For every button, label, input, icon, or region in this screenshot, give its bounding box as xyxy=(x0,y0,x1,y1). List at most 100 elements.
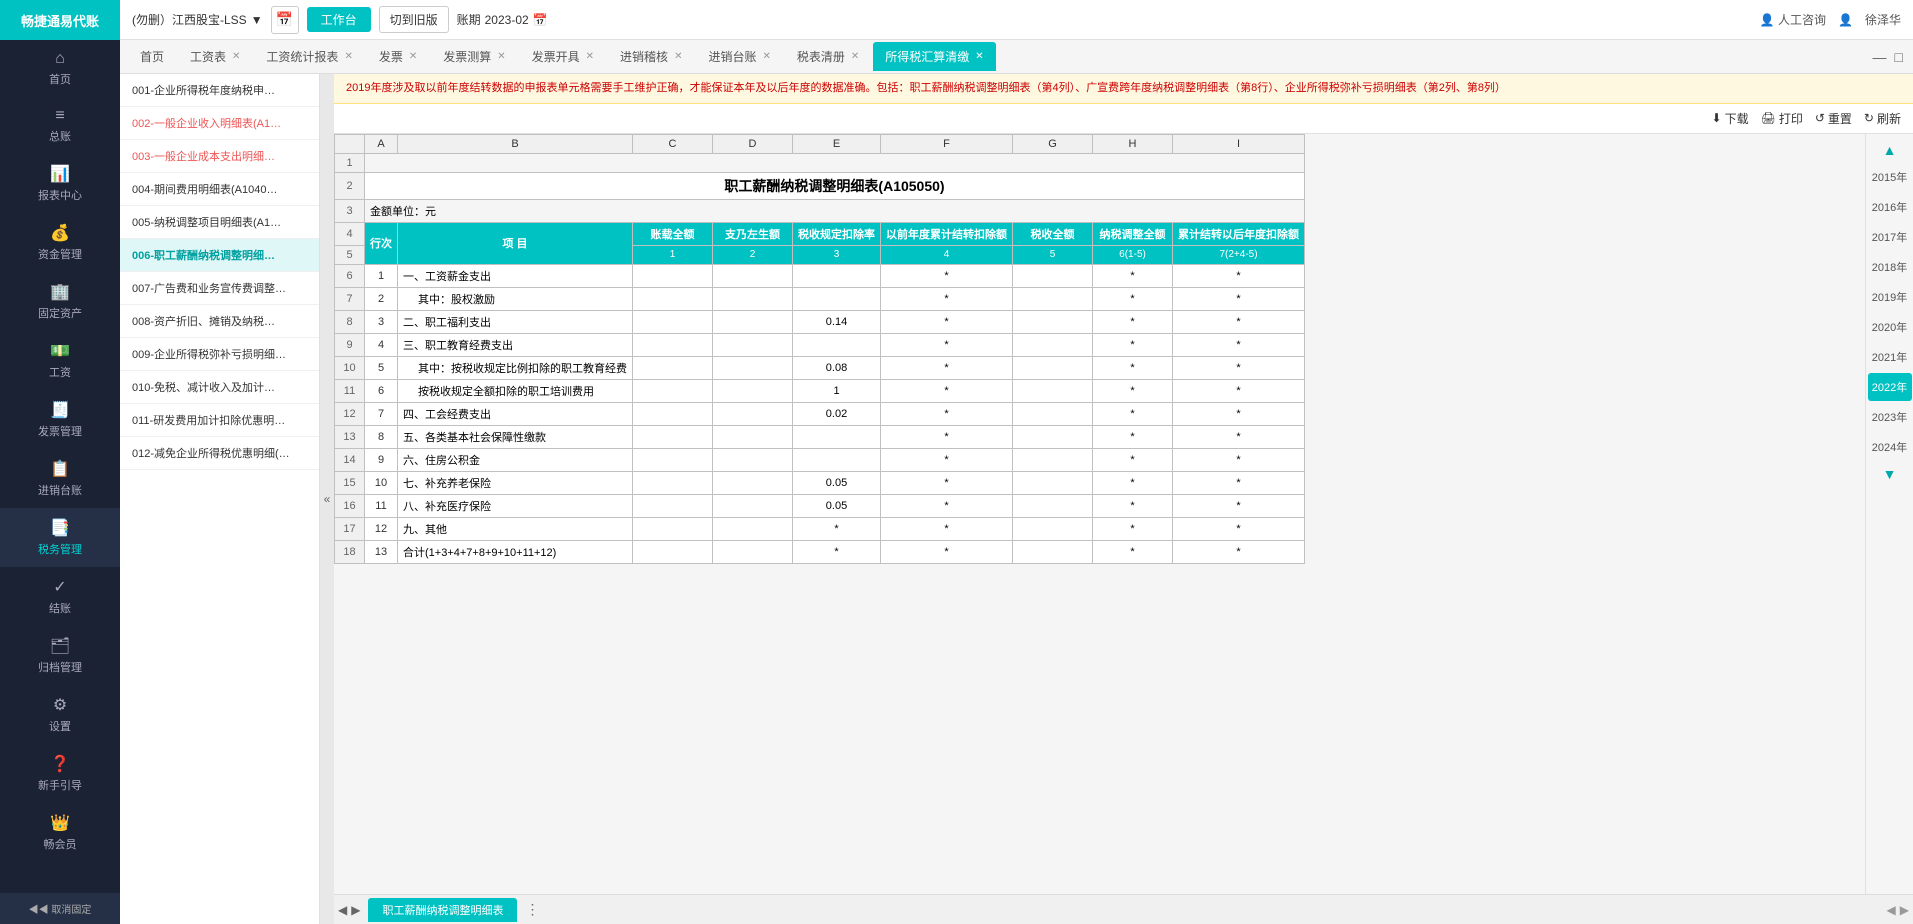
maximize-button[interactable]: □ xyxy=(1893,47,1905,67)
data-cell[interactable]: * xyxy=(1093,379,1173,402)
data-cell[interactable] xyxy=(633,287,713,310)
minimize-button[interactable]: — xyxy=(1871,47,1889,67)
data-cell[interactable] xyxy=(633,471,713,494)
data-cell[interactable]: * xyxy=(1173,448,1305,471)
data-cell[interactable] xyxy=(713,425,793,448)
year-item-2024[interactable]: 2024年 xyxy=(1868,433,1912,461)
data-cell[interactable]: * xyxy=(881,471,1013,494)
data-cell[interactable]: * xyxy=(1173,333,1305,356)
data-cell[interactable]: * xyxy=(881,448,1013,471)
data-cell[interactable]: * xyxy=(793,517,881,540)
data-cell[interactable]: * xyxy=(1173,379,1305,402)
data-cell[interactable]: 0.05 xyxy=(793,471,881,494)
data-cell[interactable] xyxy=(713,379,793,402)
year-item-2017[interactable]: 2017年 xyxy=(1868,223,1912,251)
year-item-2023[interactable]: 2023年 xyxy=(1868,403,1912,431)
scroll-right-icon[interactable]: ▶ xyxy=(1900,903,1909,917)
service-button[interactable]: 👤 人工咨询 xyxy=(1760,11,1826,28)
data-cell[interactable] xyxy=(1013,356,1093,379)
data-cell[interactable] xyxy=(1013,379,1093,402)
data-cell[interactable]: * xyxy=(1093,471,1173,494)
reset-button[interactable]: ↺ 重置 xyxy=(1815,110,1852,127)
left-panel-item-008[interactable]: 008-资产折旧、摊销及纳税… xyxy=(120,305,319,338)
sidebar-item-member[interactable]: 👑 畅会员 xyxy=(0,803,120,862)
sidebar-item-assets[interactable]: 🏢 固定资产 xyxy=(0,272,120,331)
data-cell[interactable]: * xyxy=(1173,264,1305,287)
data-cell[interactable] xyxy=(793,448,881,471)
left-panel-item-012[interactable]: 012-减免企业所得税优惠明细(… xyxy=(120,437,319,470)
data-cell[interactable] xyxy=(793,287,881,310)
data-cell[interactable] xyxy=(1013,264,1093,287)
sidebar-item-archive[interactable]: 🗂 归档管理 xyxy=(0,626,120,685)
sidebar-item-finance[interactable]: 💰 资金管理 xyxy=(0,213,120,272)
switch-old-button[interactable]: 切到旧版 xyxy=(379,6,449,33)
data-cell[interactable] xyxy=(713,540,793,563)
print-button[interactable]: 🖨 打印 xyxy=(1761,110,1803,127)
sidebar-item-settings[interactable]: ⚙ 设置 xyxy=(0,685,120,744)
tab-close-icon[interactable]: ✕ xyxy=(586,51,594,62)
data-cell[interactable]: * xyxy=(881,333,1013,356)
data-cell[interactable]: * xyxy=(1093,540,1173,563)
tab-close-icon[interactable]: ✕ xyxy=(409,51,417,62)
data-cell[interactable]: * xyxy=(1093,310,1173,333)
data-cell[interactable] xyxy=(713,264,793,287)
data-cell[interactable]: * xyxy=(1093,287,1173,310)
bottom-tab-salary[interactable]: 职工薪酬纳税调整明细表 xyxy=(368,898,517,922)
data-cell[interactable] xyxy=(1013,540,1093,563)
tab-income-tax[interactable]: 所得税汇算清缴 ✕ xyxy=(873,42,995,71)
tab-invoice-calc[interactable]: 发票测算 ✕ xyxy=(431,42,517,71)
data-cell[interactable] xyxy=(713,448,793,471)
sheet-nav-right[interactable]: ▶ xyxy=(351,903,360,917)
data-cell[interactable]: * xyxy=(881,310,1013,333)
tab-invoice[interactable]: 发票 ✕ xyxy=(367,42,429,71)
data-cell[interactable]: * xyxy=(881,540,1013,563)
tab-close-icon[interactable]: ✕ xyxy=(851,51,859,62)
data-cell[interactable] xyxy=(1013,517,1093,540)
data-cell[interactable]: * xyxy=(1093,264,1173,287)
data-cell[interactable] xyxy=(713,471,793,494)
data-cell[interactable]: 0.14 xyxy=(793,310,881,333)
data-cell[interactable]: * xyxy=(1093,494,1173,517)
left-panel-item-007[interactable]: 007-广告费和业务宣传费调整… xyxy=(120,272,319,305)
data-cell[interactable] xyxy=(633,356,713,379)
data-cell[interactable]: * xyxy=(1093,425,1173,448)
sidebar-item-invoice[interactable]: 🧾 发票管理 xyxy=(0,390,120,449)
tab-close-icon[interactable]: ✕ xyxy=(232,51,240,62)
tab-close-icon[interactable]: ✕ xyxy=(975,51,983,62)
data-cell[interactable] xyxy=(633,448,713,471)
data-cell[interactable] xyxy=(633,540,713,563)
sidebar-item-salary[interactable]: 💵 工资 xyxy=(0,331,120,390)
data-cell[interactable] xyxy=(633,517,713,540)
data-cell[interactable]: * xyxy=(1173,356,1305,379)
calendar-icon-btn[interactable]: 📅 xyxy=(271,6,299,34)
year-nav-up[interactable]: ▲ xyxy=(1879,138,1901,162)
tab-close-icon[interactable]: ✕ xyxy=(762,51,770,62)
data-cell[interactable] xyxy=(1013,448,1093,471)
left-panel-item-009[interactable]: 009-企业所得税弥补亏损明细… xyxy=(120,338,319,371)
data-cell[interactable] xyxy=(713,402,793,425)
company-selector[interactable]: (勿删）江西股宝-LSS ▼ xyxy=(132,11,263,28)
data-cell[interactable]: 0.02 xyxy=(793,402,881,425)
data-cell[interactable] xyxy=(633,425,713,448)
data-cell[interactable] xyxy=(1013,425,1093,448)
data-cell[interactable]: * xyxy=(1173,540,1305,563)
sidebar-item-guide[interactable]: ❓ 新手引导 xyxy=(0,744,120,803)
data-cell[interactable]: * xyxy=(1093,448,1173,471)
year-item-2015[interactable]: 2015年 xyxy=(1868,163,1912,191)
more-sheets-icon[interactable]: ⋮ xyxy=(525,901,539,918)
data-cell[interactable] xyxy=(1013,471,1093,494)
data-cell[interactable]: * xyxy=(1173,517,1305,540)
year-item-2022[interactable]: 2022年 xyxy=(1868,373,1912,401)
year-nav-down[interactable]: ▼ xyxy=(1879,462,1901,486)
tab-close-icon[interactable]: ✕ xyxy=(344,51,352,62)
tab-tax-list[interactable]: 税表清册 ✕ xyxy=(785,42,871,71)
left-panel-item-002[interactable]: 002-一般企业收入明细表(A1… xyxy=(120,107,319,140)
year-item-2021[interactable]: 2021年 xyxy=(1868,343,1912,371)
cancel-fixed-button[interactable]: ◀◀ 取消固定 xyxy=(0,893,120,924)
data-cell[interactable] xyxy=(633,333,713,356)
left-panel-item-006[interactable]: 006-职工薪酬纳税调整明细… xyxy=(120,239,319,272)
data-cell[interactable]: 1 xyxy=(793,379,881,402)
sidebar-item-ledger[interactable]: ≡ 总账 xyxy=(0,97,120,154)
data-cell[interactable] xyxy=(1013,287,1093,310)
data-cell[interactable] xyxy=(713,287,793,310)
